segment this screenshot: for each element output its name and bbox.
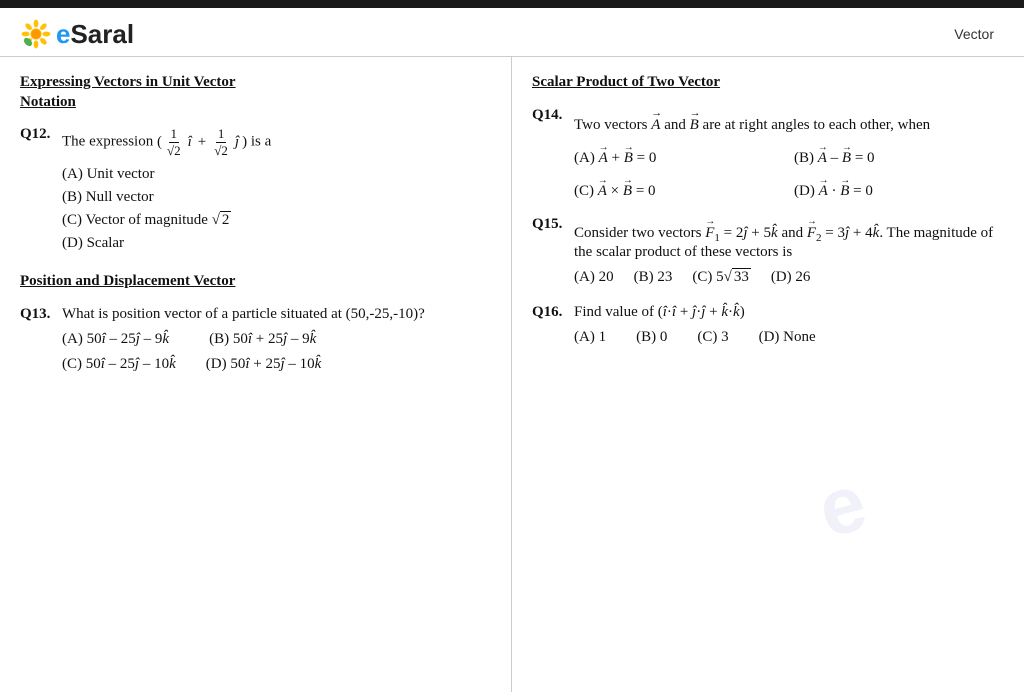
- logo-text: eSaral: [56, 19, 134, 50]
- q14-block: Q14. Two vectors →A and →B are at right …: [532, 107, 1004, 200]
- q13-opt-a: (A) 50î – 25ĵ – 9k̂: [62, 331, 169, 348]
- q15-opt-d: (D) 26: [771, 269, 811, 286]
- q12-block: Q12. The expression ( 1 √2 î +: [20, 126, 491, 252]
- q12-options: (A) Unit vector (B) Null vector (C) Vect…: [62, 166, 491, 252]
- q12-opt-c: (C) Vector of magnitude √2: [62, 212, 491, 229]
- q12-label: Q12.: [20, 126, 62, 143]
- right-column: Scalar Product of Two Vector Q14. Two ve…: [512, 57, 1024, 692]
- q15-opt-a: (A) 20: [574, 269, 614, 286]
- q16-opt-d: (D) None: [759, 329, 816, 346]
- q15-opt-b: (B) 23: [634, 269, 673, 286]
- q16-block: Q16. Find value of (î·î + ĵ·ĵ + k̂·k̂) (…: [532, 304, 1004, 346]
- q12-text: The expression ( 1 √2 î + 1 √2: [62, 126, 491, 158]
- logo-area: eSaral: [20, 18, 134, 50]
- section2-heading: Position and Displacement Vector: [20, 272, 491, 292]
- q13-label: Q13.: [20, 306, 62, 323]
- q15-block: Q15. Consider two vectors →F1 = 2ĵ + 5k̂…: [532, 216, 1004, 286]
- logo-icon: [20, 18, 52, 50]
- section1-heading: Expressing Vectors in Unit Vector Notati…: [20, 73, 491, 112]
- q13-opt-c: (C) 50î – 25ĵ – 10k̂: [62, 356, 176, 373]
- q15-text: Consider two vectors →F1 = 2ĵ + 5k̂ and …: [574, 216, 1004, 261]
- q14-opt-c: (C) →A × →B = 0: [574, 175, 784, 200]
- subject-label: Vector: [954, 26, 994, 42]
- q14-opt-a: (A) →A + →B = 0: [574, 142, 784, 167]
- q16-opt-b: (B) 0: [636, 329, 667, 346]
- q12-opt-a: (A) Unit vector: [62, 166, 491, 183]
- q16-opt-a: (A) 1: [574, 329, 606, 346]
- q16-opt-c: (C) 3: [697, 329, 728, 346]
- q16-label: Q16.: [532, 304, 574, 321]
- right-section1-heading: Scalar Product of Two Vector: [532, 73, 1004, 93]
- q12-opt-d: (D) Scalar: [62, 235, 491, 252]
- frac1: 1 √2: [165, 126, 183, 158]
- q13-block: Q13. What is position vector of a partic…: [20, 306, 491, 373]
- logo-row: eSaral Vector: [0, 8, 1024, 57]
- q13-opt-d: (D) 50î + 25ĵ – 10k̂: [206, 356, 322, 373]
- q13-opt-b: (B) 50î + 25ĵ – 9k̂: [209, 331, 316, 348]
- top-bar: [0, 0, 1024, 8]
- q14-opt-d: (D) →A · →B = 0: [794, 175, 1004, 200]
- frac2: 1 √2: [212, 126, 230, 158]
- q13-text: What is position vector of a particle si…: [62, 306, 491, 323]
- q15-opt-c: (C) 5√33: [692, 269, 750, 286]
- q12-opt-b: (B) Null vector: [62, 189, 491, 206]
- q16-text: Find value of (î·î + ĵ·ĵ + k̂·k̂): [574, 304, 1004, 321]
- q14-label: Q14.: [532, 107, 574, 124]
- q14-opt-b: (B) →A – →B = 0: [794, 142, 1004, 167]
- q14-text: Two vectors →A and →B are at right angle…: [574, 107, 1004, 134]
- left-column: Expressing Vectors in Unit Vector Notati…: [0, 57, 512, 692]
- q13-options: (A) 50î – 25ĵ – 9k̂ (B) 50î + 25ĵ – 9k̂ …: [62, 331, 491, 373]
- q15-label: Q15.: [532, 216, 574, 233]
